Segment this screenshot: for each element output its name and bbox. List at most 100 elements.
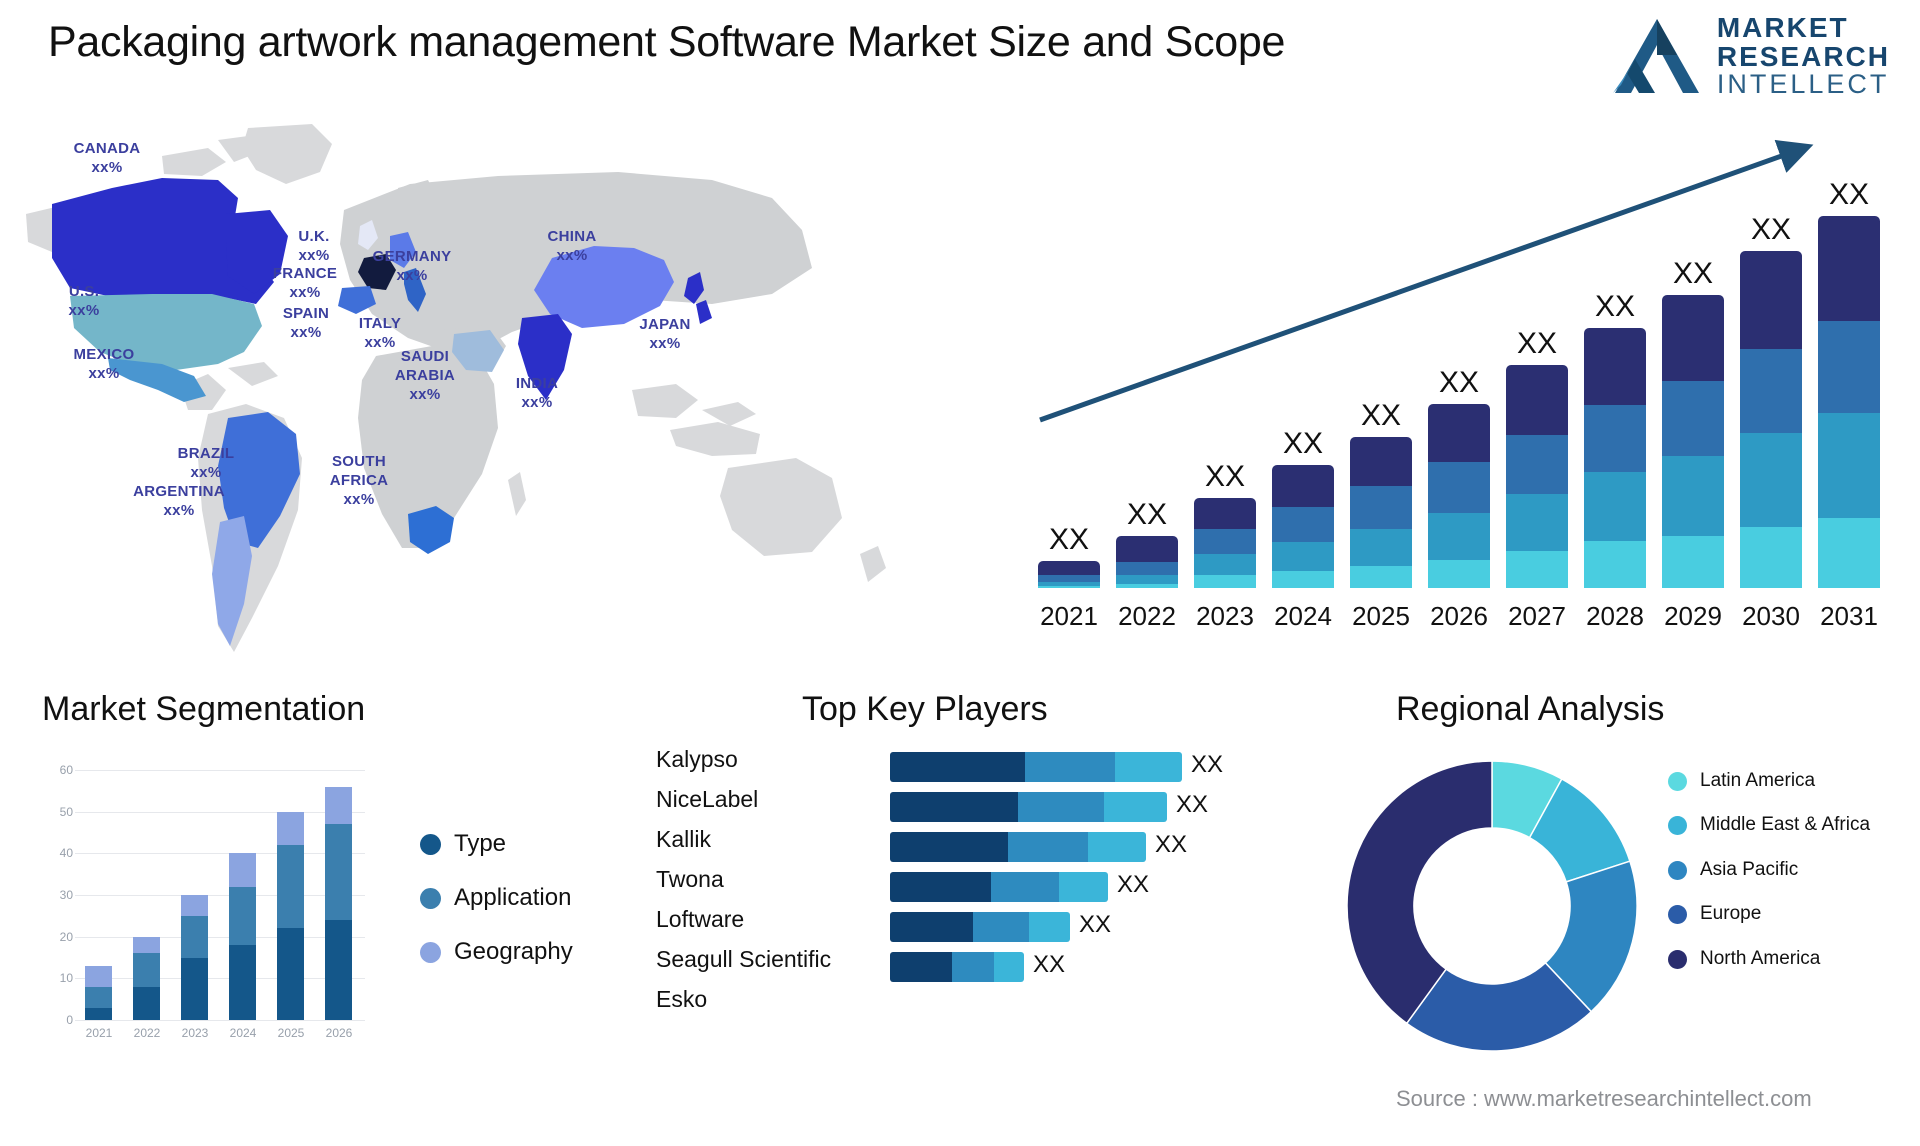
segmentation-legend-label: Geography: [454, 938, 573, 965]
segmentation-gridline: [75, 895, 365, 896]
growth-bar-year: 2024: [1274, 601, 1332, 631]
segmentation-title: Market Segmentation: [42, 690, 366, 728]
segmentation-legend-label: Type: [454, 830, 507, 857]
logo-mountain-icon: [1612, 19, 1699, 94]
segmentation-x-tick: 2024: [229, 1026, 257, 1040]
player-bar-segment-1: [890, 952, 952, 982]
logo-line-3: INTELLECT: [1716, 69, 1890, 100]
segmentation-x-tick: 2026: [325, 1026, 353, 1040]
segmentation-segment-geography: [181, 895, 208, 916]
map-label-u-k-: U.K. xx%: [259, 228, 369, 266]
player-bar-segment-3: [994, 952, 1024, 982]
map-label-value: xx%: [556, 246, 588, 264]
player-bar-segment-1: [890, 912, 973, 942]
legend-dot-icon: [1668, 860, 1687, 880]
growth-bar-segment-segment-1: [1506, 364, 1568, 436]
segmentation-bar: [181, 895, 208, 1020]
segmentation-gridline: [75, 811, 365, 813]
growth-bar-segment-segment-1: [1818, 216, 1880, 321]
map-label-india: INDIA xx%: [482, 375, 592, 413]
player-bar-segment-3: [1059, 872, 1108, 902]
map-label-china: CHINA xx%: [517, 228, 627, 266]
growth-bar-segment-segment-3: [1350, 529, 1412, 566]
legend-dot-icon: [1668, 949, 1687, 969]
growth-bar-segment-segment-4: [1038, 585, 1100, 588]
player-bar-value: XX: [1191, 751, 1224, 778]
growth-bar-segment-segment-1: [1350, 437, 1412, 487]
growth-bar-segment-segment-4: [1272, 571, 1334, 588]
growth-bar-value: XX: [1048, 522, 1090, 556]
growth-bar: [1116, 535, 1178, 588]
segmentation-x-tick: 2025: [277, 1026, 305, 1040]
growth-bar-year: 2028: [1586, 601, 1644, 631]
growth-bar-segment-segment-2: [1818, 320, 1880, 413]
growth-bar-value: XX: [1750, 212, 1792, 246]
map-label-name: ITALY: [358, 315, 402, 332]
map-label-name: ARGENTINA: [133, 483, 225, 500]
segmentation-segment-geography: [325, 786, 352, 825]
player-bar: [890, 752, 1182, 782]
growth-bar: [1740, 250, 1802, 588]
segmentation-y-tick: 40: [59, 846, 73, 861]
growth-bar-segment-segment-3: [1116, 575, 1178, 584]
segmentation-x-tick: 2023: [181, 1026, 209, 1040]
map-label-name: JAPAN: [639, 316, 691, 333]
map-label-name: CANADA: [73, 140, 141, 157]
segmentation-bar: [133, 936, 160, 1020]
map-label-value: xx%: [163, 501, 195, 519]
map-label-name: U.S.: [68, 283, 100, 300]
player-name: Loftware: [656, 906, 745, 932]
growth-bar: [1818, 216, 1880, 588]
map-label-saudi-arabia: SAUDI ARABIA xx%: [370, 348, 480, 404]
player-bar-segment-3: [1115, 752, 1182, 782]
regional-title: Regional Analysis: [1396, 690, 1665, 728]
growth-bar-segment-segment-2: [1740, 349, 1802, 433]
segmentation-y-tick: 20: [59, 929, 73, 944]
regional-legend-label: Europe: [1700, 903, 1762, 925]
map-label-mexico: MEXICO xx%: [49, 346, 159, 384]
player-bar-segment-3: [1104, 792, 1167, 822]
map-label-france: FRANCE xx%: [250, 265, 360, 303]
map-label-brazil: BRAZIL xx%: [151, 445, 261, 483]
player-bar-value: XX: [1079, 911, 1112, 938]
segmentation-segment-geography: [85, 965, 112, 987]
growth-bar-value: XX: [1516, 326, 1558, 360]
map-label-canada: CANADA xx%: [52, 140, 162, 178]
legend-dot-icon: [1668, 772, 1687, 791]
map-label-name: GERMANY: [372, 248, 452, 265]
player-bar-segment-2: [1008, 832, 1088, 862]
growth-bar-segment-segment-4: [1662, 535, 1724, 588]
map-label-value: xx%: [289, 283, 321, 301]
map-label-value: xx%: [521, 393, 553, 411]
regional-legend-label: Asia Pacific: [1700, 858, 1799, 880]
regional-legend-item: Europe: [1668, 903, 1870, 925]
page-title: Packaging artwork management Software Ma…: [48, 18, 1286, 66]
player-bar-segment-1: [890, 792, 1018, 822]
growth-bar-segment-segment-2: [1272, 507, 1334, 542]
player-bar-segment-2: [973, 912, 1029, 942]
regional-legend: Latin America Middle East & Africa Asia Pa…: [1668, 770, 1870, 992]
growth-bar-segment-segment-2: [1662, 380, 1724, 456]
player-bar: [890, 792, 1167, 822]
map-label-name: SAUDI ARABIA: [394, 348, 456, 384]
growth-bar-segment-segment-1: [1038, 560, 1100, 576]
growth-bar-year: 2025: [1352, 601, 1410, 631]
segmentation-gridline: [75, 1020, 365, 1021]
source-text: Source : www.marketresearchintellect.com: [1396, 1086, 1812, 1111]
map-label-japan: JAPAN xx%: [610, 316, 720, 354]
player-bar-segment-2: [991, 872, 1059, 902]
growth-bar: [1662, 294, 1724, 588]
segmentation-segment-application: [277, 845, 304, 929]
growth-bar: [1506, 364, 1568, 588]
segmentation-x-tick: 2021: [85, 1026, 113, 1040]
growth-bar-segment-segment-4: [1506, 551, 1568, 588]
growth-bar-segment-segment-3: [1662, 455, 1724, 536]
growth-bar-year: 2026: [1430, 601, 1488, 631]
growth-bar-segment-segment-2: [1194, 529, 1256, 555]
growth-bar-value: XX: [1672, 256, 1714, 290]
segmentation-y-tick: 50: [59, 804, 73, 819]
map-label-value: xx%: [298, 246, 330, 264]
segmentation-segment-type: [133, 986, 160, 1020]
map-label-name: SOUTH AFRICA: [329, 453, 389, 489]
regional-analysis-chart: Regional Analysis Latin America Middle Ea…: [1280, 690, 1920, 1146]
